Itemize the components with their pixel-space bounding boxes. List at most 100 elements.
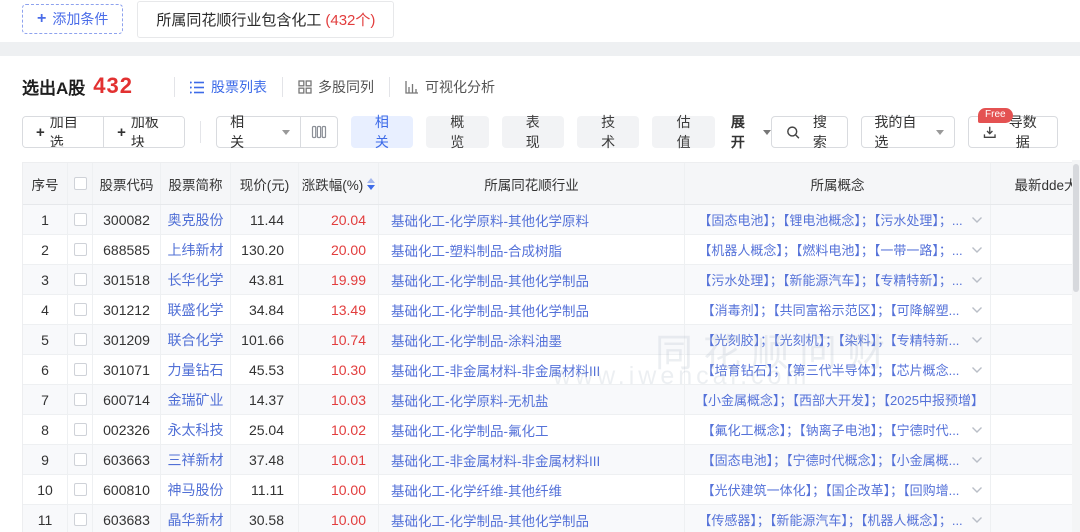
stock-name-link[interactable]: 金瑞矿业 bbox=[161, 385, 231, 414]
dde-cell bbox=[991, 505, 1080, 532]
col-header-index[interactable]: 序号 bbox=[23, 163, 68, 204]
stock-code: 600714 bbox=[93, 385, 161, 414]
table-row: 3 301518 长华化学 43.81 19.99 基础化工-化学制品-其他化学… bbox=[23, 265, 1080, 295]
row-checkbox[interactable] bbox=[74, 273, 87, 286]
view-tab[interactable]: 股票列表 bbox=[174, 77, 267, 97]
view-icon bbox=[405, 80, 419, 94]
preset-tab[interactable]: 表现 bbox=[502, 116, 564, 148]
concepts-link[interactable]: 【污水处理】；【新能源汽车】；【专精特新】；... bbox=[693, 270, 968, 289]
stock-name-link[interactable]: 晶华新材 bbox=[161, 505, 231, 532]
table-row: 2 688585 上纬新材 130.20 20.00 基础化工-塑料制品-合成树… bbox=[23, 235, 1080, 265]
search-button[interactable]: 搜索 bbox=[771, 116, 848, 148]
add-board-button[interactable]: + 加板块 bbox=[103, 117, 184, 147]
col-header-concepts[interactable]: 所属概念 bbox=[685, 163, 991, 204]
stock-name-link[interactable]: 力量钻石 bbox=[161, 355, 231, 384]
column-preset-group: 相关 bbox=[216, 116, 338, 148]
concepts-link[interactable]: 【机器人概念】；【燃料电池】；【一带一路】；... bbox=[693, 240, 968, 259]
preset-tab[interactable]: 技术 bbox=[577, 116, 639, 148]
col-header-dde[interactable]: 最新dde大 bbox=[991, 163, 1080, 204]
row-checkbox[interactable] bbox=[74, 333, 87, 346]
col-header-code[interactable]: 股票代码 bbox=[93, 163, 161, 204]
dde-cell bbox=[991, 445, 1080, 474]
preset-tab[interactable]: 相关 bbox=[351, 116, 413, 148]
sort-icon[interactable] bbox=[367, 178, 375, 190]
industry-link[interactable]: 基础化工-塑料制品-合成树脂 bbox=[379, 235, 685, 264]
vertical-scrollbar[interactable] bbox=[1072, 160, 1080, 532]
view-tab[interactable]: 可视化分析 bbox=[389, 77, 495, 97]
chevron-down-icon[interactable] bbox=[968, 486, 986, 494]
stock-code: 002326 bbox=[93, 415, 161, 444]
industry-link[interactable]: 基础化工-化学纤维-其他纤维 bbox=[379, 475, 685, 504]
col-header-change[interactable]: 涨跌幅(%) bbox=[299, 163, 379, 204]
chevron-down-icon[interactable] bbox=[968, 426, 986, 434]
export-data-button[interactable]: Free 导数据 bbox=[968, 116, 1058, 148]
col-header-price[interactable]: 现价(元) bbox=[231, 163, 299, 204]
chevron-down-icon[interactable] bbox=[968, 336, 986, 344]
industry-link[interactable]: 基础化工-化学制品-其他化学制品 bbox=[379, 265, 685, 294]
industry-link[interactable]: 基础化工-化学原料-其他化学原料 bbox=[379, 205, 685, 234]
row-checkbox[interactable] bbox=[74, 453, 87, 466]
row-checkbox[interactable] bbox=[74, 393, 87, 406]
stock-name-link[interactable]: 永太科技 bbox=[161, 415, 231, 444]
stock-name-link[interactable]: 上纬新材 bbox=[161, 235, 231, 264]
stock-price: 45.53 bbox=[231, 355, 299, 384]
chevron-down-icon[interactable] bbox=[968, 366, 986, 374]
chevron-down-icon bbox=[282, 130, 290, 135]
col-header-industry[interactable]: 所属同花顺行业 bbox=[379, 163, 685, 204]
industry-link[interactable]: 基础化工-化学制品-氟化工 bbox=[379, 415, 685, 444]
stock-name-link[interactable]: 奥克股份 bbox=[161, 205, 231, 234]
industry-link[interactable]: 基础化工-化学制品-其他化学制品 bbox=[379, 505, 685, 532]
row-checkbox[interactable] bbox=[74, 213, 87, 226]
column-preset-value: 相关 bbox=[230, 112, 256, 152]
row-checkbox[interactable] bbox=[74, 483, 87, 496]
concepts-link[interactable]: 【固态电池】；【宁德时代概念】；【小金属概... bbox=[693, 450, 968, 469]
scrollbar-thumb[interactable] bbox=[1073, 164, 1079, 292]
row-checkbox[interactable] bbox=[74, 243, 87, 256]
add-board-label: 加板块 bbox=[131, 116, 171, 148]
stock-price: 30.58 bbox=[231, 505, 299, 532]
stock-name-link[interactable]: 联盛化学 bbox=[161, 295, 231, 324]
column-preset-select[interactable]: 相关 bbox=[217, 112, 300, 152]
concepts-link[interactable]: 【消毒剂】；【共同富裕示范区】；【可降解塑... bbox=[693, 300, 968, 319]
chevron-down-icon[interactable] bbox=[968, 216, 986, 224]
concepts-link[interactable]: 【固态电池】；【锂电池概念】；【污水处理】；... bbox=[693, 210, 968, 229]
column-settings-button[interactable] bbox=[300, 117, 337, 147]
chevron-down-icon[interactable] bbox=[968, 306, 986, 314]
condition-tab-count: (432个) bbox=[325, 9, 375, 30]
chevron-down-icon[interactable] bbox=[968, 246, 986, 254]
stock-table: 序号 股票代码 股票简称 现价(元) 涨跌幅(%) 所属同花顺行业 所属概念 最… bbox=[22, 162, 1080, 532]
stock-name-link[interactable]: 联合化学 bbox=[161, 325, 231, 354]
add-condition-button[interactable]: + 添加条件 bbox=[22, 4, 123, 34]
chevron-down-icon[interactable] bbox=[968, 516, 986, 524]
preset-tab[interactable]: 概览 bbox=[426, 116, 488, 148]
industry-link[interactable]: 基础化工-非金属材料-非金属材料III bbox=[379, 355, 685, 384]
concepts-link[interactable]: 【传感器】；【新能源汽车】；【机器人概念】；... bbox=[693, 510, 968, 529]
chevron-down-icon[interactable] bbox=[968, 276, 986, 284]
view-tab[interactable]: 多股同列 bbox=[282, 77, 374, 97]
row-checkbox[interactable] bbox=[74, 303, 87, 316]
concepts-link[interactable]: 【氟化工概念】；【钠离子电池】；【宁德时代... bbox=[693, 420, 968, 439]
chevron-down-icon[interactable] bbox=[968, 456, 986, 464]
industry-link[interactable]: 基础化工-化学制品-其他化学制品 bbox=[379, 295, 685, 324]
industry-link[interactable]: 基础化工-非金属材料-非金属材料III bbox=[379, 445, 685, 474]
concepts-link[interactable]: 【小金属概念】；【西部大开发】；【2025中报预增】 bbox=[693, 390, 986, 409]
industry-link[interactable]: 基础化工-化学制品-涂料油墨 bbox=[379, 325, 685, 354]
select-all-checkbox[interactable] bbox=[74, 177, 87, 190]
industry-link[interactable]: 基础化工-化学原料-无机盐 bbox=[379, 385, 685, 414]
row-checkbox[interactable] bbox=[74, 363, 87, 376]
concepts-link[interactable]: 【光伏建筑一体化】；【国企改革】；【回购增... bbox=[693, 480, 968, 499]
stock-name-link[interactable]: 三祥新材 bbox=[161, 445, 231, 474]
stock-name-link[interactable]: 神马股份 bbox=[161, 475, 231, 504]
my-watchlist-select[interactable]: 我的自选 bbox=[861, 116, 955, 148]
row-checkbox[interactable] bbox=[74, 423, 87, 436]
search-icon bbox=[786, 125, 800, 140]
row-checkbox[interactable] bbox=[74, 513, 87, 526]
expand-toggle[interactable]: 展开 bbox=[731, 112, 771, 152]
concepts-link[interactable]: 【培育钻石】；【第三代半导体】；【芯片概念... bbox=[693, 360, 968, 379]
concepts-link[interactable]: 【光刻胶】；【光刻机】；【染料】；【专精特新... bbox=[693, 330, 968, 349]
stock-name-link[interactable]: 长华化学 bbox=[161, 265, 231, 294]
add-watchlist-button[interactable]: + 加自选 bbox=[23, 117, 103, 147]
col-header-name[interactable]: 股票简称 bbox=[161, 163, 231, 204]
condition-tab[interactable]: 所属同花顺行业包含化工 (432个) bbox=[137, 1, 394, 38]
preset-tab[interactable]: 估值 bbox=[652, 116, 714, 148]
